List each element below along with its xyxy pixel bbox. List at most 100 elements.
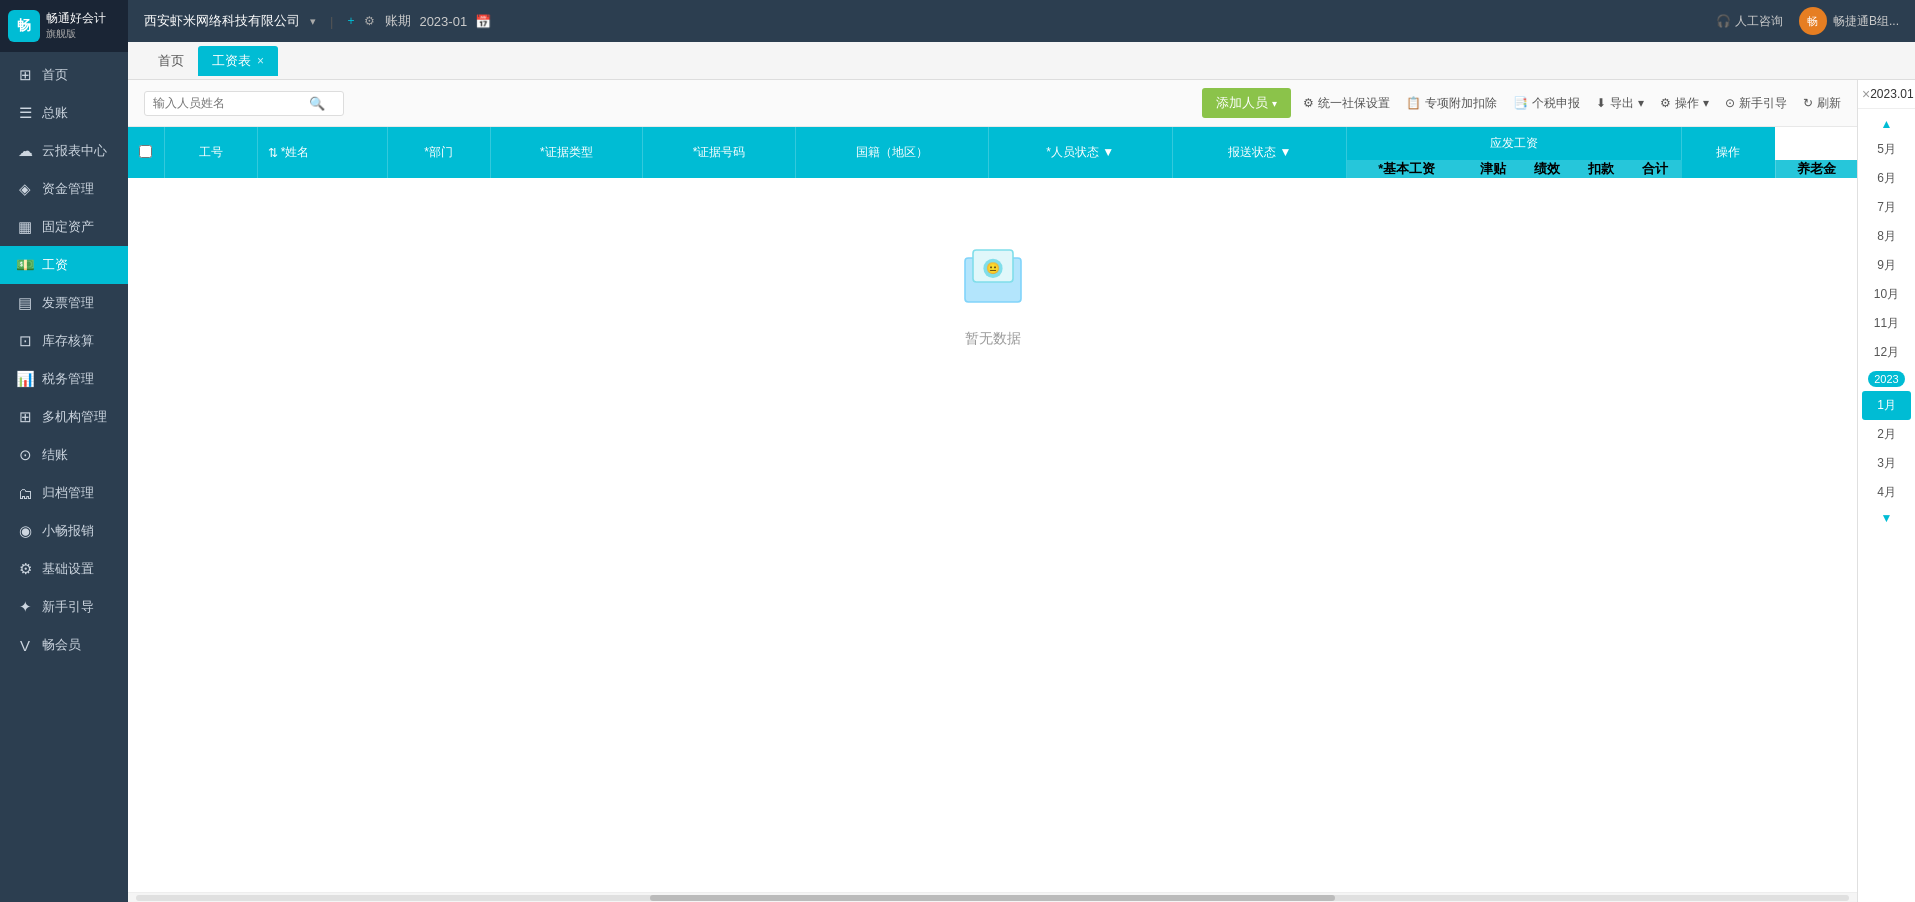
month-12[interactable]: 12月: [1858, 338, 1915, 367]
month-11[interactable]: 11月: [1858, 309, 1915, 338]
tabbar: 首页 工资表 ×: [128, 42, 1915, 80]
th-checkbox[interactable]: [128, 127, 164, 178]
human-service-btn[interactable]: 🎧 人工咨询: [1716, 13, 1783, 30]
sidebar-item-multi-org[interactable]: ⊞ 多机构管理: [0, 398, 128, 436]
period-display: 账期 2023-01 📅: [385, 12, 491, 30]
logo-subtitle: 旗舰版: [46, 27, 106, 41]
refresh-btn[interactable]: ↻ 刷新: [1803, 95, 1841, 112]
prev-year-btn[interactable]: ▲: [1858, 113, 1915, 135]
month-list: ▲ 5月 6月 7月 8月 9月 10月 11月 12月 2023 1月 2月 …: [1858, 109, 1915, 902]
social-security-btn[interactable]: ⚙ 统一社保设置: [1303, 95, 1390, 112]
th-personnel-status[interactable]: *人员状态 ▼: [988, 127, 1172, 178]
sidebar-item-archive[interactable]: 🗂 归档管理: [0, 474, 128, 512]
sidebar-item-guide[interactable]: ✦ 新手引导: [0, 588, 128, 626]
social-security-icon: ⚙: [1303, 96, 1314, 110]
month-10[interactable]: 10月: [1858, 280, 1915, 309]
export-btn[interactable]: ⬇ 导出 ▾: [1596, 95, 1644, 112]
export-icon: ⬇: [1596, 96, 1606, 110]
logo-icon: 畅: [8, 10, 40, 42]
month-6[interactable]: 6月: [1858, 164, 1915, 193]
month-8[interactable]: 8月: [1858, 222, 1915, 251]
period-value: 2023-01: [419, 14, 467, 29]
sidebar-label-inventory: 库存核算: [42, 332, 94, 350]
sidebar-label-salary: 工资: [42, 256, 68, 274]
operation-btn[interactable]: ⚙ 操作 ▾: [1660, 95, 1709, 112]
tab-home[interactable]: 首页: [144, 46, 198, 76]
month-4[interactable]: 4月: [1858, 478, 1915, 507]
scroll-indicator: [128, 892, 1857, 902]
sidebar-label-home: 首页: [42, 66, 68, 84]
th-id-number: *证据号码: [643, 127, 796, 178]
empty-text: 暂无数据: [965, 330, 1021, 348]
filter-icon-report: ▼: [1279, 145, 1291, 159]
tab-salary-close[interactable]: ×: [257, 54, 264, 68]
th-name[interactable]: ⇅ *姓名: [257, 127, 387, 178]
sidebar-item-ledger[interactable]: ☰ 总账: [0, 94, 128, 132]
add-dropdown-arrow: ▾: [1272, 98, 1277, 109]
month-9[interactable]: 9月: [1858, 251, 1915, 280]
next-year-btn[interactable]: ▼: [1858, 507, 1915, 529]
select-all-checkbox[interactable]: [139, 145, 152, 158]
sidebar-label-cloud: 云报表中心: [42, 142, 107, 160]
sidebar-item-invoice[interactable]: ▤ 发票管理: [0, 284, 128, 322]
sidebar-item-cloud-report[interactable]: ☁ 云报表中心: [0, 132, 128, 170]
salary-table: 工号 ⇅ *姓名 *部门 *证据类型 *证据号码 国籍（地区）: [128, 127, 1857, 178]
guide-circle-icon: ⊙: [1725, 96, 1735, 110]
panel-header-text: 2023.01: [1870, 87, 1913, 101]
panel-close-btn[interactable]: ×: [1862, 86, 1870, 102]
th-total: 合计: [1628, 160, 1682, 178]
sidebar-item-salary[interactable]: 💵 工资: [0, 246, 128, 284]
panel-header: × 2023.01 ⤢: [1858, 80, 1915, 109]
company-name: 西安虾米网络科技有限公司: [144, 12, 300, 30]
sidebar-item-tax[interactable]: 📊 税务管理: [0, 360, 128, 398]
operation-icon: ⚙: [1660, 96, 1671, 110]
sidebar-item-close[interactable]: ⊙ 结账: [0, 436, 128, 474]
settings-btn[interactable]: ⚙: [364, 14, 375, 28]
close-accounts-icon: ⊙: [16, 446, 34, 464]
month-3[interactable]: 3月: [1858, 449, 1915, 478]
th-report-status[interactable]: 报送状态 ▼: [1172, 127, 1347, 178]
new-guide-btn[interactable]: ⊙ 新手引导: [1725, 95, 1787, 112]
sidebar-item-expense[interactable]: ◉ 小畅报销: [0, 512, 128, 550]
tab-salary[interactable]: 工资表 ×: [198, 46, 278, 76]
search-box[interactable]: 🔍: [144, 91, 344, 116]
sidebar-item-fund[interactable]: ◈ 资金管理: [0, 170, 128, 208]
refresh-label: 刷新: [1817, 95, 1841, 112]
month-1[interactable]: 1月: [1862, 391, 1911, 420]
period-label: 账期: [385, 12, 411, 30]
company-dropdown-icon[interactable]: ▾: [310, 15, 316, 28]
social-security-label: 统一社保设置: [1318, 95, 1390, 112]
invoice-icon: ▤: [16, 294, 34, 312]
operation-dropdown: ▾: [1703, 96, 1709, 110]
month-5[interactable]: 5月: [1858, 135, 1915, 164]
calendar-icon[interactable]: 📅: [475, 14, 491, 29]
scroll-thumb[interactable]: [650, 895, 1335, 901]
table-wrapper: 工号 ⇅ *姓名 *部门 *证据类型 *证据号码 国籍（地区）: [128, 127, 1857, 892]
month-2[interactable]: 2月: [1858, 420, 1915, 449]
headset-icon: 🎧: [1716, 14, 1731, 28]
content-area: 🔍 添加人员 ▾ ⚙ 统一社保设置 📋 专项附加扣除: [128, 80, 1857, 902]
inventory-icon: ⊡: [16, 332, 34, 350]
logo-title: 畅通好会计: [46, 11, 106, 27]
month-7[interactable]: 7月: [1858, 193, 1915, 222]
search-input[interactable]: [153, 96, 303, 110]
toolbar: 🔍 添加人员 ▾ ⚙ 统一社保设置 📋 专项附加扣除: [128, 80, 1857, 127]
sidebar-item-home[interactable]: ⊞ 首页: [0, 56, 128, 94]
filter-icon-status: ▼: [1102, 145, 1114, 159]
guide-icon: ✦: [16, 598, 34, 616]
tax-declaration-btn[interactable]: 📑 个税申报: [1513, 95, 1580, 112]
add-person-label: 添加人员: [1216, 94, 1268, 112]
special-deduction-btn[interactable]: 📋 专项附加扣除: [1406, 95, 1497, 112]
operation-label: 操作: [1675, 95, 1699, 112]
expense-icon: ◉: [16, 522, 34, 540]
sidebar-item-inventory[interactable]: ⊡ 库存核算: [0, 322, 128, 360]
th-deduction: 扣款: [1574, 160, 1628, 178]
sidebar-item-basic[interactable]: ⚙ 基础设置: [0, 550, 128, 588]
scroll-track[interactable]: [136, 895, 1849, 901]
sidebar-item-member[interactable]: V 畅会员: [0, 626, 128, 664]
add-company-btn[interactable]: +: [347, 14, 354, 28]
ledger-icon: ☰: [16, 104, 34, 122]
sidebar-item-fixed-assets[interactable]: ▦ 固定资产: [0, 208, 128, 246]
export-label: 导出: [1610, 95, 1634, 112]
add-person-button[interactable]: 添加人员 ▾: [1202, 88, 1291, 118]
